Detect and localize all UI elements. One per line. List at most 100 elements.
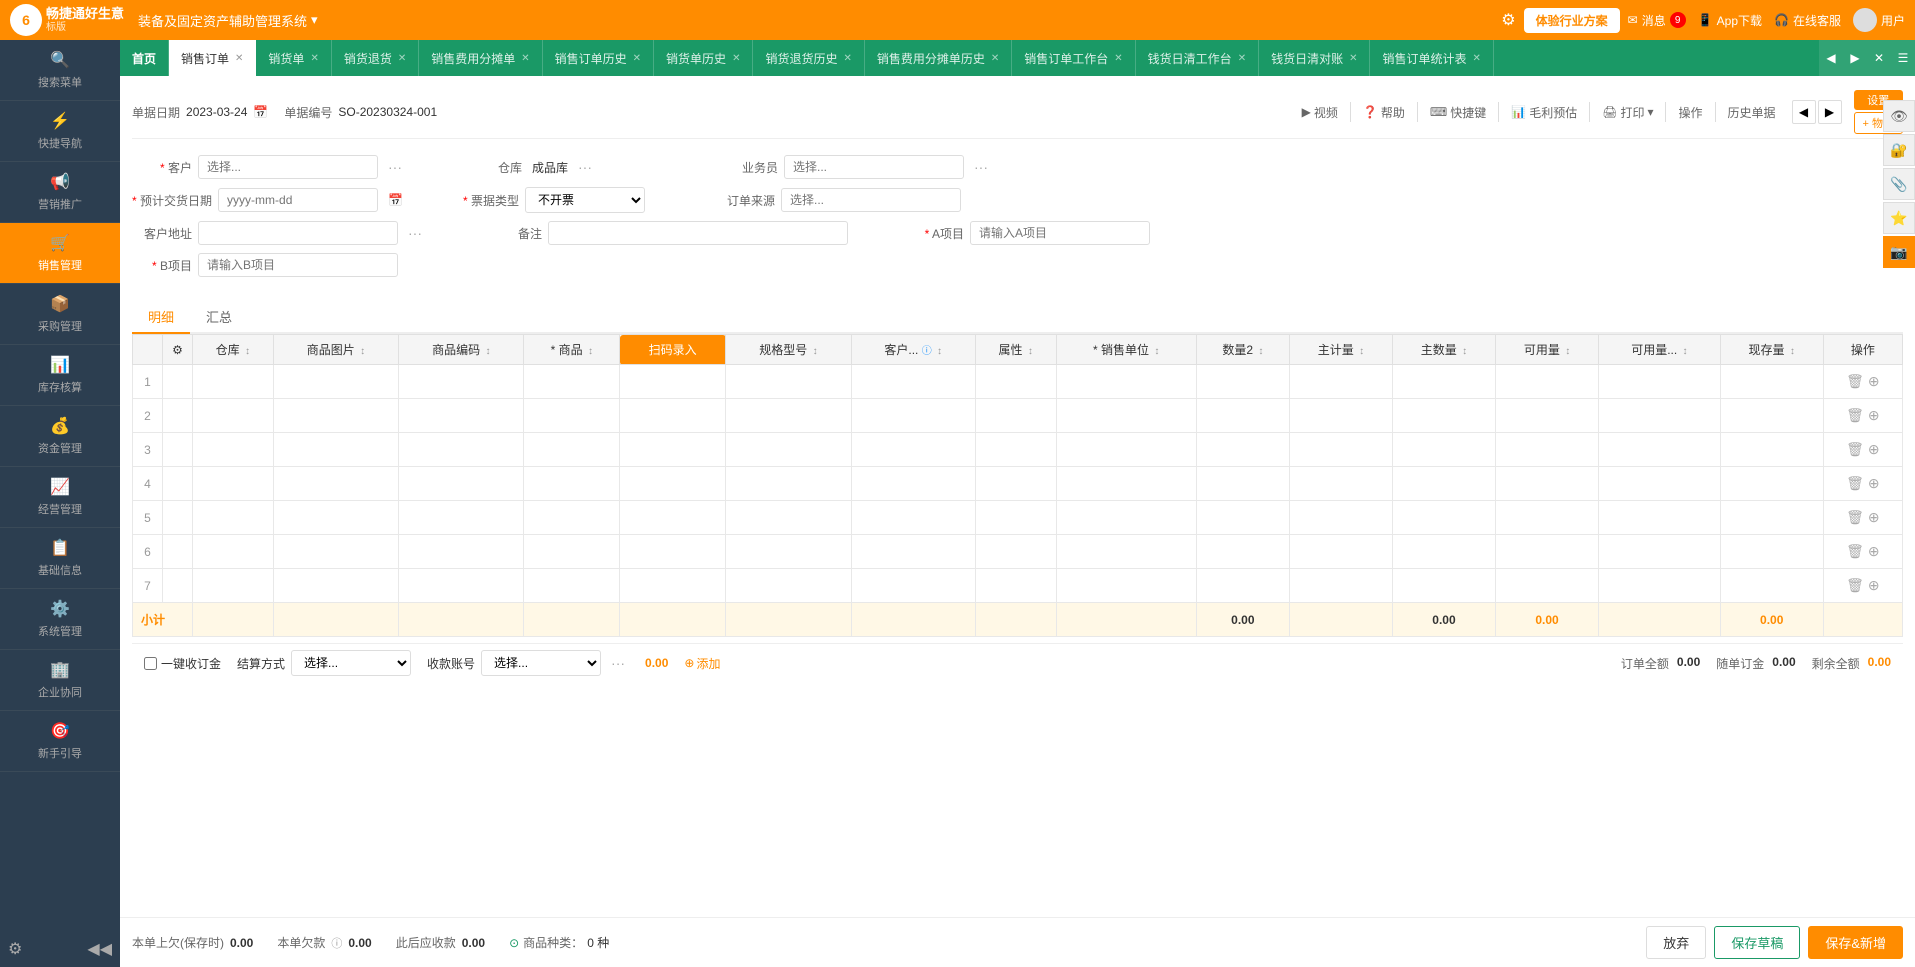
row4-product-code[interactable]: [399, 467, 524, 501]
detail-tab-summary[interactable]: 汇总: [190, 301, 248, 334]
sidebar-collapse-icon[interactable]: ◀◀: [87, 939, 112, 959]
col-product-image[interactable]: 商品图片 ↕: [273, 335, 398, 365]
tab-prev-button[interactable]: ◀: [1819, 40, 1843, 76]
row5-delete-icon[interactable]: 🗑: [1846, 509, 1864, 526]
row6-available[interactable]: [1496, 535, 1599, 569]
side-scan-button[interactable]: 📷: [1883, 236, 1915, 268]
app-download-button[interactable]: 📱 App下载: [1698, 12, 1762, 29]
view-video-link[interactable]: ▶ 视频: [1302, 104, 1338, 121]
tab-home[interactable]: 首页: [120, 40, 169, 76]
row5-product-name[interactable]: [524, 501, 620, 535]
col-barcode-entry[interactable]: 扫码录入: [620, 335, 726, 365]
sidebar-item-purchase[interactable]: 📦 采购管理: [0, 284, 120, 345]
row2-delete-icon[interactable]: 🗑: [1846, 407, 1864, 424]
row1-copy-icon[interactable]: ⊕: [1868, 373, 1880, 390]
row3-available2[interactable]: [1599, 433, 1721, 467]
side-eye-button[interactable]: 👁: [1883, 100, 1915, 132]
row4-qty2[interactable]: [1196, 467, 1289, 501]
row3-product-name[interactable]: [524, 433, 620, 467]
online-support-button[interactable]: 🎧 在线客服: [1774, 12, 1841, 29]
a-project-input[interactable]: [970, 221, 1150, 245]
row5-current-stock[interactable]: [1720, 501, 1823, 535]
sidebar-item-marketing[interactable]: 📢 营销推广: [0, 162, 120, 223]
row7-sales-unit[interactable]: [1056, 569, 1196, 603]
tab-sales-refund[interactable]: 销货退货 ✕: [332, 40, 419, 76]
row7-warehouse[interactable]: [193, 569, 274, 603]
col-current-stock[interactable]: 现存量 ↕: [1720, 335, 1823, 365]
system-dropdown-btn[interactable]: ▾: [311, 12, 318, 28]
sidebar-item-inventory[interactable]: 📊 库存核算: [0, 345, 120, 406]
sidebar-item-quick-nav[interactable]: ⚡ 快捷导航: [0, 101, 120, 162]
row1-sales-unit[interactable]: [1056, 365, 1196, 399]
row7-main-qty[interactable]: [1392, 569, 1495, 603]
col-available[interactable]: 可用量 ↕: [1496, 335, 1599, 365]
row7-current-stock[interactable]: [1720, 569, 1823, 603]
col-sales-unit[interactable]: * 销售单位 ↕: [1056, 335, 1196, 365]
row5-warehouse[interactable]: [193, 501, 274, 535]
row6-barcode[interactable]: [620, 535, 726, 569]
receipt-expand-icon[interactable]: ···: [607, 655, 629, 671]
warehouse-expand-icon[interactable]: ···: [574, 159, 596, 175]
row7-qty2[interactable]: [1196, 569, 1289, 603]
row1-main-qty[interactable]: [1392, 365, 1495, 399]
row4-available2[interactable]: [1599, 467, 1721, 501]
row2-available[interactable]: [1496, 399, 1599, 433]
row3-main-qty[interactable]: [1392, 433, 1495, 467]
discard-button[interactable]: 放弃: [1646, 926, 1706, 959]
save-draft-button[interactable]: 保存草稿: [1714, 926, 1800, 959]
sidebar-item-guide[interactable]: 🎯 新手引导: [0, 711, 120, 772]
row2-spec[interactable]: [726, 399, 851, 433]
row6-copy-icon[interactable]: ⊕: [1868, 543, 1880, 560]
row7-available[interactable]: [1496, 569, 1599, 603]
tab-credit-reconcile-close[interactable]: ✕: [1349, 53, 1357, 64]
tab-menu-button[interactable]: ☰: [1891, 40, 1915, 76]
user-menu-button[interactable]: 用户: [1853, 8, 1905, 32]
profit-forecast-link[interactable]: 📊 毛利预估: [1511, 104, 1577, 121]
col-quantity2[interactable]: 数量2 ↕: [1196, 335, 1289, 365]
col-attribute[interactable]: 属性 ↕: [975, 335, 1056, 365]
row3-spec[interactable]: [726, 433, 851, 467]
tab-credit-workbench-close[interactable]: ✕: [1238, 53, 1246, 64]
row7-spec[interactable]: [726, 569, 851, 603]
row2-copy-icon[interactable]: ⊕: [1868, 407, 1880, 424]
row2-available2[interactable]: [1599, 399, 1721, 433]
one-click-collect-checkbox[interactable]: [144, 657, 157, 670]
row7-available2[interactable]: [1599, 569, 1721, 603]
row5-copy-icon[interactable]: ⊕: [1868, 509, 1880, 526]
col-available2[interactable]: 可用量... ↕: [1599, 335, 1721, 365]
tab-fee-split-close[interactable]: ✕: [521, 53, 529, 64]
add-payment-button[interactable]: ⊕ 添加: [684, 655, 720, 672]
delivery-calendar-icon[interactable]: 📅: [388, 193, 403, 207]
row5-product-code[interactable]: [399, 501, 524, 535]
settings-gear-icon[interactable]: ⚙: [1501, 10, 1515, 30]
col-main-unit[interactable]: 主计量 ↕: [1289, 335, 1392, 365]
row1-customer-ref[interactable]: [851, 365, 975, 399]
sidebar-item-base-info[interactable]: 📋 基础信息: [0, 528, 120, 589]
row2-main-qty[interactable]: [1392, 399, 1495, 433]
row5-qty2[interactable]: [1196, 501, 1289, 535]
tab-sales-return[interactable]: 销货单 ✕: [256, 40, 331, 76]
customer-address-input[interactable]: [198, 221, 398, 245]
row5-available[interactable]: [1496, 501, 1599, 535]
row5-attribute[interactable]: [975, 501, 1056, 535]
col-spec-type[interactable]: 规格型号 ↕: [726, 335, 851, 365]
tab-return-history-close[interactable]: ✕: [732, 53, 740, 64]
industry-solution-button[interactable]: 体验行业方案: [1524, 8, 1620, 33]
save-new-button[interactable]: 保存&新增: [1808, 926, 1903, 959]
row1-delete-icon[interactable]: 🗑: [1846, 373, 1864, 390]
row6-sales-unit[interactable]: [1056, 535, 1196, 569]
row2-attribute[interactable]: [975, 399, 1056, 433]
sidebar-item-finance[interactable]: 💰 资金管理: [0, 406, 120, 467]
row6-warehouse[interactable]: [193, 535, 274, 569]
shortcut-link[interactable]: ⌨ 快捷键: [1430, 104, 1486, 121]
tab-sales-fee-split[interactable]: 销售费用分摊单 ✕: [419, 40, 542, 76]
row4-attribute[interactable]: [975, 467, 1056, 501]
row1-available[interactable]: [1496, 365, 1599, 399]
row4-sales-unit[interactable]: [1056, 467, 1196, 501]
staff-expand-icon[interactable]: ···: [970, 159, 992, 175]
row7-barcode[interactable]: [620, 569, 726, 603]
row1-spec[interactable]: [726, 365, 851, 399]
row3-qty2[interactable]: [1196, 433, 1289, 467]
row4-main-unit[interactable]: [1289, 467, 1392, 501]
col-customer-ref[interactable]: 客户... ⓘ ↕: [851, 335, 975, 365]
